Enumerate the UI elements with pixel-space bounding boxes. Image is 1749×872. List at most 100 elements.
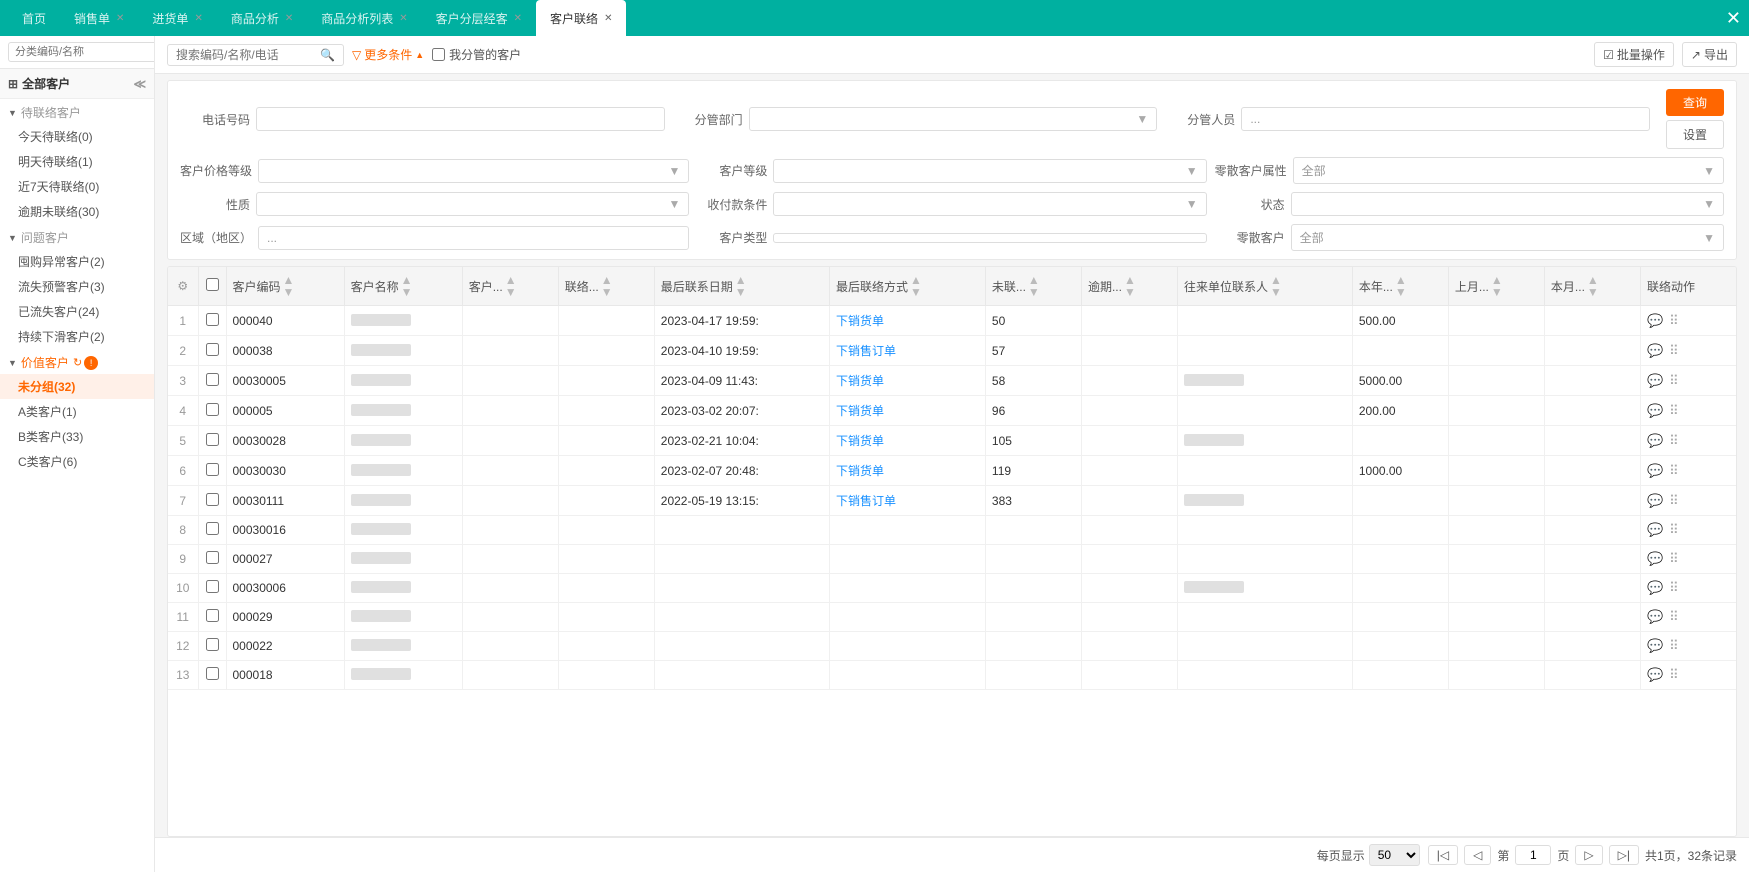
select-all-checkbox[interactable] [206, 278, 219, 291]
row-checkbox[interactable] [206, 463, 219, 476]
chat-icon[interactable]: 💬 [1647, 433, 1663, 449]
tab-product-analysis-list[interactable]: 商品分析列表 ✕ [307, 0, 421, 36]
sidebar-item-overdue[interactable]: 逾期未联络(30) [0, 199, 154, 224]
close-purchase-tab[interactable]: ✕ [194, 13, 202, 24]
filter-status-select[interactable]: ▼ [1291, 192, 1724, 216]
chat-icon[interactable]: 💬 [1647, 313, 1663, 329]
prev-page-btn[interactable]: ◁ [1464, 845, 1491, 865]
sidebar-item-hoarding[interactable]: 囤购异常客户(2) [0, 249, 154, 274]
row-checkbox[interactable] [206, 433, 219, 446]
collapse-sidebar-btn[interactable]: ≪ [133, 77, 146, 91]
sidebar-item-churned[interactable]: 已流失客户(24) [0, 299, 154, 324]
close-customer-contact-tab[interactable]: ✕ [604, 13, 612, 24]
filter-retail-attr-select[interactable]: 全部 ▼ [1293, 157, 1724, 184]
reset-btn[interactable]: 设置 [1666, 120, 1724, 149]
all-customers-header[interactable]: ⊞ 全部客户 ≪ [0, 69, 154, 99]
close-product-analysis-list-tab[interactable]: ✕ [399, 13, 407, 24]
tab-customer-contact[interactable]: 客户联络 ✕ [536, 0, 626, 36]
filter-dept-select[interactable]: ▼ [749, 107, 1158, 131]
chat-icon[interactable]: 💬 [1647, 343, 1663, 359]
chat-icon[interactable]: 💬 [1647, 609, 1663, 625]
sidebar-item-classA[interactable]: A类客户(1) [0, 399, 154, 424]
filter-price-level-select[interactable]: ▼ [258, 159, 689, 183]
col-header-gear[interactable]: ⚙ [168, 267, 198, 306]
search-icon[interactable]: 🔍 [320, 48, 335, 62]
more-icon[interactable]: ⠿ [1669, 433, 1679, 449]
chat-icon[interactable]: 💬 [1647, 580, 1663, 596]
more-icon[interactable]: ⠿ [1669, 373, 1679, 389]
my-customer-check[interactable] [432, 48, 445, 61]
more-icon[interactable]: ⠿ [1669, 403, 1679, 419]
sidebar-item-classB[interactable]: B类客户(33) [0, 424, 154, 449]
row-checkbox[interactable] [206, 609, 219, 622]
batch-btn[interactable]: ☑ 批量操作 [1594, 42, 1674, 67]
close-product-analysis-tab[interactable]: ✕ [285, 13, 293, 24]
last-page-btn[interactable]: ▷| [1609, 845, 1639, 865]
row-checkbox[interactable] [206, 493, 219, 506]
row-checkbox[interactable] [206, 522, 219, 535]
close-sales-tab[interactable]: ✕ [116, 13, 124, 24]
col-header-checkbox[interactable] [198, 267, 226, 306]
contact-way-link[interactable]: 下销货单 [836, 314, 884, 328]
window-close-btn[interactable]: ✕ [1726, 8, 1741, 29]
contact-way-link[interactable]: 下销货单 [836, 374, 884, 388]
row-checkbox[interactable] [206, 667, 219, 680]
contact-way-link[interactable]: 下销售订单 [836, 494, 896, 508]
filter-nature-select[interactable]: ▼ [256, 192, 689, 216]
more-icon[interactable]: ⠿ [1669, 551, 1679, 567]
sidebar-item-tomorrow[interactable]: 明天待联络(1) [0, 149, 154, 174]
chat-icon[interactable]: 💬 [1647, 522, 1663, 538]
sidebar-item-7days[interactable]: 近7天待联络(0) [0, 174, 154, 199]
chat-icon[interactable]: 💬 [1647, 403, 1663, 419]
first-page-btn[interactable]: |◁ [1428, 845, 1458, 865]
filter-customer-type-select[interactable] [773, 233, 1206, 243]
more-icon[interactable]: ⠿ [1669, 522, 1679, 538]
next-page-btn[interactable]: ▷ [1575, 845, 1602, 865]
contact-way-link[interactable]: 下销售订单 [836, 344, 896, 358]
page-input[interactable] [1515, 845, 1551, 865]
chat-icon[interactable]: 💬 [1647, 493, 1663, 509]
row-checkbox[interactable] [206, 580, 219, 593]
tab-sales[interactable]: 销售单 ✕ [60, 0, 138, 36]
more-icon[interactable]: ⠿ [1669, 313, 1679, 329]
more-icon[interactable]: ⠿ [1669, 580, 1679, 596]
sidebar-item-classC[interactable]: C类客户(6) [0, 449, 154, 474]
export-btn[interactable]: ↗ 导出 [1682, 42, 1737, 67]
more-icon[interactable]: ⠿ [1669, 493, 1679, 509]
tab-purchase[interactable]: 进货单 ✕ [138, 0, 216, 36]
tab-customer-segmentation[interactable]: 客户分层经客 ✕ [422, 0, 536, 36]
filter-person-select[interactable]: ... [1241, 107, 1650, 131]
row-checkbox[interactable] [206, 551, 219, 564]
sidebar-item-today[interactable]: 今天待联络(0) [0, 124, 154, 149]
filter-more-btn[interactable]: ▽ 更多条件 ▲ [352, 46, 424, 63]
chat-icon[interactable]: 💬 [1647, 551, 1663, 567]
contact-way-link[interactable]: 下销货单 [836, 404, 884, 418]
chat-icon[interactable]: 💬 [1647, 463, 1663, 479]
sidebar-item-ungroup[interactable]: 未分组(32) [0, 374, 154, 399]
search-input[interactable] [176, 48, 316, 62]
contact-way-link[interactable]: 下销货单 [836, 434, 884, 448]
tab-product-analysis[interactable]: 商品分析 ✕ [217, 0, 307, 36]
chat-icon[interactable]: 💬 [1647, 638, 1663, 654]
chat-icon[interactable]: 💬 [1647, 667, 1663, 683]
refresh-icon[interactable]: ↻ [73, 356, 82, 369]
row-checkbox[interactable] [206, 638, 219, 651]
tab-home[interactable]: 首页 [8, 0, 60, 36]
sidebar-item-declining[interactable]: 持续下滑客户(2) [0, 324, 154, 349]
filter-phone-input[interactable] [256, 107, 665, 131]
more-icon[interactable]: ⠿ [1669, 667, 1679, 683]
more-icon[interactable]: ⠿ [1669, 463, 1679, 479]
row-checkbox[interactable] [206, 373, 219, 386]
contact-way-link[interactable]: 下销货单 [836, 464, 884, 478]
per-page-select[interactable]: 50 20 100 [1369, 844, 1420, 866]
my-customer-checkbox[interactable]: 我分管的客户 [432, 46, 521, 63]
sidebar-search-input[interactable] [8, 42, 155, 62]
more-icon[interactable]: ⠿ [1669, 609, 1679, 625]
chat-icon[interactable]: 💬 [1647, 373, 1663, 389]
row-checkbox[interactable] [206, 313, 219, 326]
row-checkbox[interactable] [206, 403, 219, 416]
query-btn[interactable]: 查询 [1666, 89, 1724, 116]
filter-payment-select[interactable]: ▼ [773, 192, 1206, 216]
filter-customer-level-select[interactable]: ▼ [773, 159, 1206, 183]
filter-region-select[interactable]: ... [258, 226, 689, 250]
